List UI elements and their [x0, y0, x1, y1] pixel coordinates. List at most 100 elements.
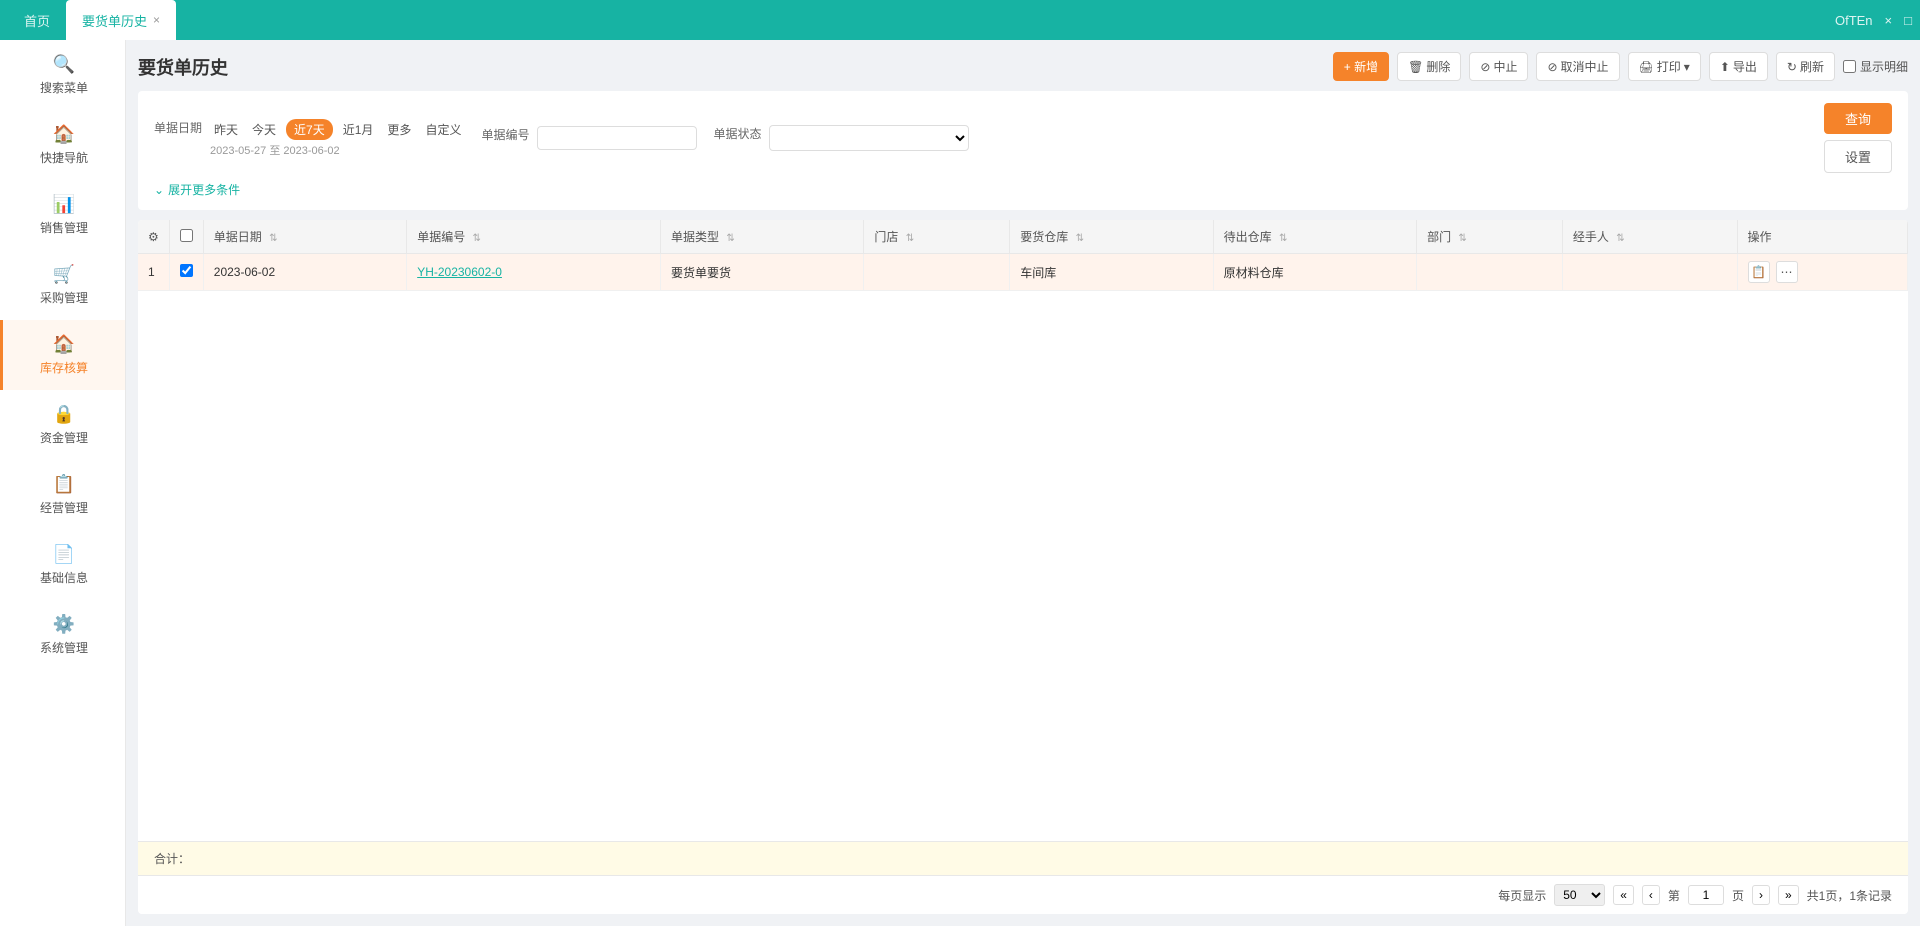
- sort-dept-icon: ⇅: [1458, 233, 1466, 244]
- order-no-link[interactable]: YH-20230602-0: [417, 265, 502, 279]
- per-page-label: 每页显示: [1498, 887, 1546, 904]
- query-buttons: 查询 设置: [1824, 103, 1892, 173]
- select-all-checkbox[interactable]: [180, 229, 193, 242]
- table-row: 1 2023-06-02 YH-20230602-0 要货单要货 车间库: [138, 254, 1908, 291]
- top-bar: 首页 要货单历史 × OfTEn × □: [0, 0, 1920, 40]
- page-suffix: 页: [1732, 887, 1744, 904]
- tab-close-icon[interactable]: ×: [153, 13, 160, 27]
- more-action-icon[interactable]: ⋯: [1776, 261, 1798, 283]
- table-container: ⚙ 单据日期 ⇅ 单据编号 ⇅: [138, 220, 1908, 914]
- refresh-icon: ↻: [1787, 60, 1797, 74]
- td-pending-warehouse: 原材料仓库: [1213, 254, 1416, 291]
- td-order-no: YH-20230602-0: [407, 254, 661, 291]
- th-actions: 操作: [1737, 220, 1908, 254]
- shortcut-yesterday[interactable]: 昨天: [210, 119, 242, 140]
- sidebar-item-quicknav[interactable]: 🏠 快捷导航: [0, 110, 125, 180]
- filter-settings-label: 设置: [1845, 150, 1871, 165]
- refresh-label: 刷新: [1800, 58, 1824, 75]
- filter-settings-button[interactable]: 设置: [1824, 140, 1892, 173]
- tab-history[interactable]: 要货单历史 ×: [66, 0, 176, 40]
- sidebar-item-system-label: 系统管理: [40, 639, 88, 656]
- sidebar-item-finance[interactable]: 🔒 资金管理: [0, 390, 125, 460]
- th-req-warehouse[interactable]: 要货仓库 ⇅: [1010, 220, 1213, 254]
- lock-icon: 🔒: [53, 404, 75, 425]
- sidebar-item-inventory[interactable]: 🏠 库存核算: [0, 320, 125, 390]
- edit-action-icon[interactable]: 📋: [1748, 261, 1770, 283]
- td-dept: [1417, 254, 1563, 291]
- th-checkbox: [169, 220, 203, 254]
- per-page-select[interactable]: 10 20 50 100: [1554, 884, 1605, 906]
- display-detail-checkbox[interactable]: [1843, 60, 1856, 73]
- td-type: 要货单要货: [660, 254, 863, 291]
- expand-filter-button[interactable]: ⌄ 展开更多条件: [154, 181, 1892, 198]
- export-icon: ⬆: [1720, 60, 1730, 74]
- shortcut-1month[interactable]: 近1月: [339, 119, 378, 140]
- row-checkbox[interactable]: [180, 264, 193, 277]
- order-no-input[interactable]: [537, 126, 697, 150]
- filter-area: 单据日期 昨天 今天 近7天 近1月 更多 自定义 2023-05-27 至 2…: [138, 91, 1908, 210]
- shortcut-7days[interactable]: 近7天: [286, 119, 333, 140]
- sidebar-item-purchase[interactable]: 🛒 采购管理: [0, 250, 125, 320]
- cancel-stop-icon: ⊘: [1547, 60, 1557, 74]
- th-pending-warehouse-label: 待出仓库: [1224, 230, 1272, 244]
- th-type[interactable]: 单据类型 ⇅: [660, 220, 863, 254]
- query-button-label: 查询: [1845, 112, 1871, 127]
- delete-label: 删除: [1426, 58, 1450, 75]
- display-detail-toggle[interactable]: 显示明细: [1843, 58, 1908, 75]
- table-scroll[interactable]: ⚙ 单据日期 ⇅ 单据编号 ⇅: [138, 220, 1908, 841]
- query-button[interactable]: 查询: [1824, 103, 1892, 134]
- th-handler[interactable]: 经手人 ⇅: [1562, 220, 1737, 254]
- page-label: 第: [1668, 887, 1680, 904]
- th-store-label: 门店: [874, 230, 898, 244]
- sort-pending-warehouse-icon: ⇅: [1279, 233, 1287, 244]
- close-window-icon[interactable]: ×: [1885, 13, 1893, 28]
- sidebar-item-system[interactable]: ⚙️ 系统管理: [0, 600, 125, 670]
- cart-icon: 🛒: [53, 264, 75, 285]
- th-type-label: 单据类型: [671, 230, 719, 244]
- sidebar-item-sales[interactable]: 📊 销售管理: [0, 180, 125, 250]
- th-no[interactable]: 单据编号 ⇅: [407, 220, 661, 254]
- shortcut-today[interactable]: 今天: [248, 119, 280, 140]
- pagination-bar: 每页显示 10 20 50 100 « ‹ 第 页 › » 共1页，1条记录: [138, 875, 1908, 914]
- sidebar-item-operations[interactable]: 📋 经营管理: [0, 460, 125, 530]
- print-icon: 🖨: [1639, 60, 1654, 74]
- expand-filter-label: 展开更多条件: [168, 181, 240, 198]
- stop-button[interactable]: ⊘ 中止: [1469, 52, 1528, 81]
- new-button[interactable]: + 新增: [1333, 52, 1389, 81]
- page-header: 要货单历史 + 新增 🗑 删除 ⊘ 中止 ⊘ 取消中止 🖨: [138, 52, 1908, 81]
- th-settings[interactable]: ⚙: [138, 220, 169, 254]
- sort-no-icon: ⇅: [473, 233, 481, 244]
- filter-row-1: 单据日期 昨天 今天 近7天 近1月 更多 自定义 2023-05-27 至 2…: [154, 103, 1892, 173]
- shortcut-custom[interactable]: 自定义: [421, 119, 465, 140]
- maximize-icon[interactable]: □: [1904, 13, 1912, 28]
- th-date[interactable]: 单据日期 ⇅: [203, 220, 406, 254]
- page-number-input[interactable]: [1688, 885, 1724, 905]
- td-checkbox[interactable]: [169, 254, 203, 291]
- print-button[interactable]: 🖨 打印 ▾: [1628, 52, 1701, 81]
- shortcut-more[interactable]: 更多: [383, 119, 415, 140]
- tab-home[interactable]: 首页: [8, 0, 66, 40]
- first-page-button[interactable]: «: [1613, 885, 1634, 905]
- status-select[interactable]: [769, 125, 969, 151]
- th-dept[interactable]: 部门 ⇅: [1417, 220, 1563, 254]
- th-pending-warehouse[interactable]: 待出仓库 ⇅: [1213, 220, 1416, 254]
- last-page-button[interactable]: »: [1778, 885, 1799, 905]
- th-dept-label: 部门: [1427, 230, 1451, 244]
- cancel-stop-button[interactable]: ⊘ 取消中止: [1536, 52, 1619, 81]
- sidebar-item-search[interactable]: 🔍 搜索菜单: [0, 40, 125, 110]
- sidebar-item-purchase-label: 采购管理: [40, 289, 88, 306]
- sidebar: 🔍 搜索菜单 🏠 快捷导航 📊 销售管理 🛒 采购管理 🏠 库存核算 🔒 资金管…: [0, 40, 126, 926]
- date-filter-section: 单据日期 昨天 今天 近7天 近1月 更多 自定义 2023-05-27 至 2…: [154, 119, 465, 158]
- status-label: 单据状态: [713, 125, 761, 142]
- export-button[interactable]: ⬆ 导出: [1709, 52, 1768, 81]
- chart-icon: 📊: [53, 194, 75, 215]
- sidebar-item-basic[interactable]: 📄 基础信息: [0, 530, 125, 600]
- th-store[interactable]: 门店 ⇅: [864, 220, 1010, 254]
- prev-page-button[interactable]: ‹: [1642, 885, 1660, 905]
- next-page-button[interactable]: ›: [1752, 885, 1770, 905]
- refresh-button[interactable]: ↻ 刷新: [1776, 52, 1835, 81]
- delete-button[interactable]: 🗑 删除: [1397, 52, 1461, 81]
- sort-req-warehouse-icon: ⇅: [1076, 233, 1084, 244]
- row-actions: 📋 ⋯: [1748, 261, 1898, 283]
- td-store: [864, 254, 1010, 291]
